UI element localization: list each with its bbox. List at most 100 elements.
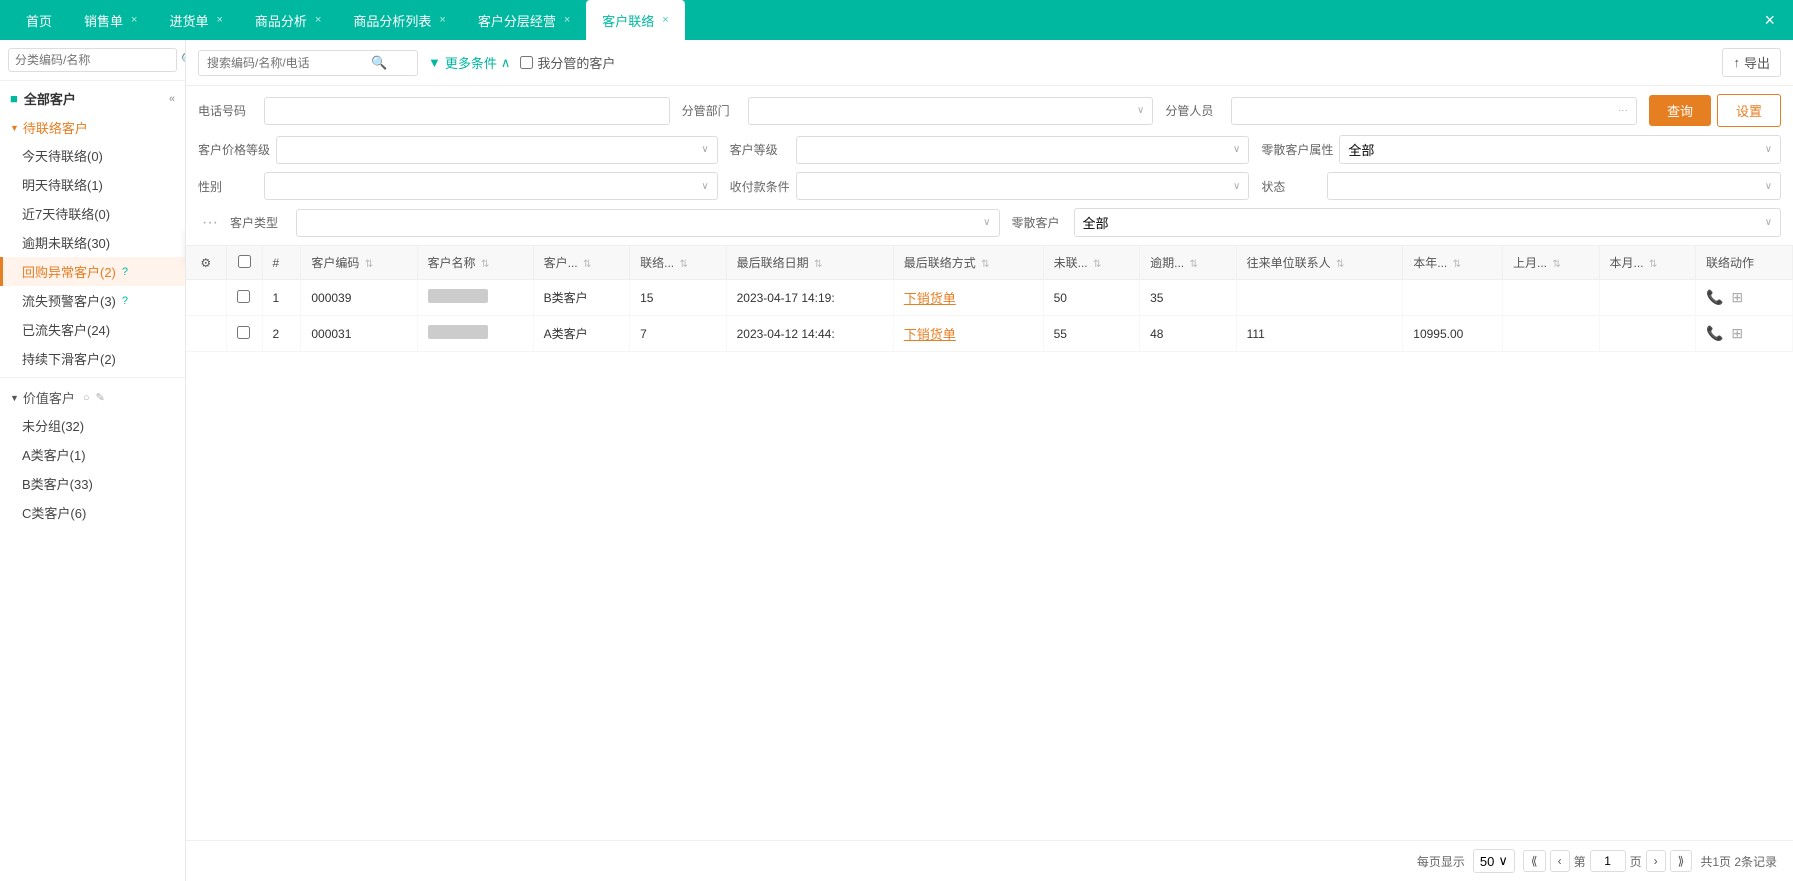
settings-button[interactable]: 设置 [1717, 94, 1781, 127]
col-last-contact-method[interactable]: 最后联络方式 ⇅ [893, 246, 1043, 280]
row1-code: 000039 [301, 280, 417, 316]
col-this-month[interactable]: 本月... ⇅ [1599, 246, 1695, 280]
customer-level-select[interactable]: ∨ [796, 136, 1250, 164]
next-page-button[interactable]: › [1646, 850, 1666, 872]
tab-purchase[interactable]: 进货单 × [153, 0, 238, 40]
manager-select[interactable]: ··· [1231, 97, 1637, 125]
toolbar: 🔍 ▼ 更多条件 ∧ 我分管的客户 ↑ 导出 [186, 40, 1793, 86]
row2-contact: 7 [630, 316, 726, 352]
row1-last-date: 2023-04-17 14:19: [726, 280, 893, 316]
search-input[interactable] [207, 56, 367, 70]
customer-type-select[interactable]: ∨ [296, 209, 1000, 237]
tab-analysis-list[interactable]: 商品分析列表 × [337, 0, 461, 40]
chevron-down-icon: ∧ [501, 55, 511, 71]
row1-name-blur [428, 289, 488, 303]
row1-grid-icon[interactable]: ⊞ [1731, 289, 1743, 306]
search-icon[interactable]: 🔍 [371, 55, 387, 71]
close-analysis-tab[interactable]: × [315, 14, 321, 26]
retail-customer-select[interactable]: 全部∨ [1074, 208, 1782, 237]
row2-phone-icon[interactable]: 📞 [1706, 325, 1723, 342]
row2-overdue: 48 [1140, 316, 1236, 352]
my-customers-checkbox[interactable] [520, 56, 533, 69]
col-contact[interactable]: 联络... ⇅ [630, 246, 726, 280]
prev-page-button[interactable]: ‹ [1550, 850, 1570, 872]
more-conditions-button[interactable]: ▼ 更多条件 ∧ [428, 53, 510, 72]
col-gear[interactable]: ⚙ [186, 246, 226, 280]
row2-select-checkbox[interactable] [237, 326, 250, 339]
export-button[interactable]: ↑ 导出 [1722, 48, 1781, 77]
sidebar-churned[interactable]: 已流失客户(24) [0, 315, 185, 344]
table-row: 1 000039 B类客户 15 2023-04-17 14:19: 下销货单 … [186, 280, 1793, 316]
filter-actions: 查询 设置 [1649, 94, 1781, 127]
close-customer-segment-tab[interactable]: × [564, 14, 570, 26]
expand-dots[interactable]: ··· [202, 214, 218, 232]
row2-this-year: 10995.00 [1403, 316, 1503, 352]
row2-last-month [1503, 316, 1599, 352]
abnormal-info-icon[interactable]: ? [122, 266, 128, 278]
page-size-select[interactable]: 50 ∨ [1473, 849, 1515, 873]
sidebar-week-pending[interactable]: 近7天待联络(0) [0, 199, 185, 228]
retail-attr-select[interactable]: 全部∨ [1339, 135, 1781, 164]
col-index: # [262, 246, 301, 280]
payment-select[interactable]: ∨ [796, 172, 1250, 200]
row1-select-checkbox[interactable] [237, 290, 250, 303]
dept-select[interactable]: ∨ [748, 97, 1154, 125]
status-select[interactable]: ∨ [1327, 172, 1781, 200]
close-analysis-list-tab[interactable]: × [439, 14, 445, 26]
col-company-contact[interactable]: 往来单位联系人 ⇅ [1236, 246, 1403, 280]
value-group-header[interactable]: ▼ 价值客户 ○ ✎ [0, 382, 185, 411]
row2-last-date: 2023-04-12 14:44: [726, 316, 893, 352]
row1-index: 1 [262, 280, 301, 316]
sidebar-tomorrow-pending[interactable]: 明天待联络(1) [0, 170, 185, 199]
customer-table: ⚙ # 客户编码 ⇅ 客户名称 ⇅ 客户... ⇅ 联络... ⇅ 最后联络日期… [186, 246, 1793, 352]
page-input[interactable] [1590, 850, 1626, 872]
gender-select[interactable]: ∨ [264, 172, 718, 200]
price-level-select[interactable]: ∨ [276, 136, 718, 164]
row1-last-method[interactable]: 下销货单 [893, 280, 1043, 316]
tab-sales[interactable]: 销售单 × [68, 0, 153, 40]
tab-customer-contact[interactable]: 客户联络 × [586, 0, 684, 40]
sidebar-today-pending[interactable]: 今天待联络(0) [0, 141, 185, 170]
col-last-contact-date[interactable]: 最后联络日期 ⇅ [726, 246, 893, 280]
row1-phone-icon[interactable]: 📞 [1706, 289, 1723, 306]
top-nav: 首页 销售单 × 进货单 × 商品分析 × 商品分析列表 × 客户分层经营 × … [0, 0, 1793, 40]
col-name[interactable]: 客户名称 ⇅ [417, 246, 533, 280]
close-customer-contact-tab[interactable]: × [662, 14, 668, 26]
close-purchase-tab[interactable]: × [216, 14, 222, 26]
retail-attr-filter: 零散客户属性 全部∨ [1261, 135, 1781, 164]
select-all-checkbox[interactable] [238, 255, 251, 268]
col-overdue[interactable]: 逾期... ⇅ [1140, 246, 1236, 280]
all-customers-section: ■ 全部客户 « [0, 81, 185, 112]
sidebar-c-class[interactable]: C类客户(6) [0, 498, 185, 527]
close-sales-tab[interactable]: × [131, 14, 137, 26]
tab-customer-segment[interactable]: 客户分层经营 × [462, 0, 586, 40]
col-this-year[interactable]: 本年... ⇅ [1403, 246, 1503, 280]
first-page-button[interactable]: ⟪ [1523, 850, 1546, 872]
data-table-area: ⚙ # 客户编码 ⇅ 客户名称 ⇅ 客户... ⇅ 联络... ⇅ 最后联络日期… [186, 246, 1793, 840]
phone-input[interactable] [264, 97, 670, 125]
tab-home[interactable]: 首页 [10, 0, 68, 40]
col-type[interactable]: 客户... ⇅ [533, 246, 629, 280]
sidebar-b-class[interactable]: B类客户(33) [0, 469, 185, 498]
sidebar-search-input[interactable] [8, 48, 177, 72]
row2-grid-icon[interactable]: ⊞ [1731, 325, 1743, 342]
sidebar-overdue-pending[interactable]: 逾期未联络(30) [0, 228, 185, 257]
sidebar-collapse-icon[interactable]: « [169, 93, 175, 105]
filter-icon: ▼ [428, 55, 441, 70]
col-last-month[interactable]: 上月... ⇅ [1503, 246, 1599, 280]
pending-group-header[interactable]: ▼ 待联络客户 [0, 112, 185, 141]
sidebar-declining[interactable]: 持续下滑客户(2) [0, 344, 185, 373]
tab-analysis[interactable]: 商品分析 × [239, 0, 337, 40]
query-button[interactable]: 查询 [1649, 95, 1711, 126]
close-all-button[interactable]: × [1756, 10, 1783, 31]
sidebar-a-class[interactable]: A类客户(1) [0, 440, 185, 469]
col-uncontacted[interactable]: 未联... ⇅ [1043, 246, 1139, 280]
row2-last-method[interactable]: 下销货单 [893, 316, 1043, 352]
last-page-button[interactable]: ⟫ [1670, 850, 1693, 872]
page-nav: ⟪ ‹ 第 页 › ⟫ [1523, 850, 1692, 872]
sidebar-churn-warning[interactable]: 流失预警客户(3) ? [0, 286, 185, 315]
col-code[interactable]: 客户编码 ⇅ [301, 246, 417, 280]
sidebar-abnormal-item[interactable]: 回购异常客户(2) ? [0, 257, 185, 286]
customer-type-filter: 客户类型 ∨ [230, 209, 1000, 237]
sidebar-ungroup[interactable]: 未分组(32) [0, 411, 185, 440]
